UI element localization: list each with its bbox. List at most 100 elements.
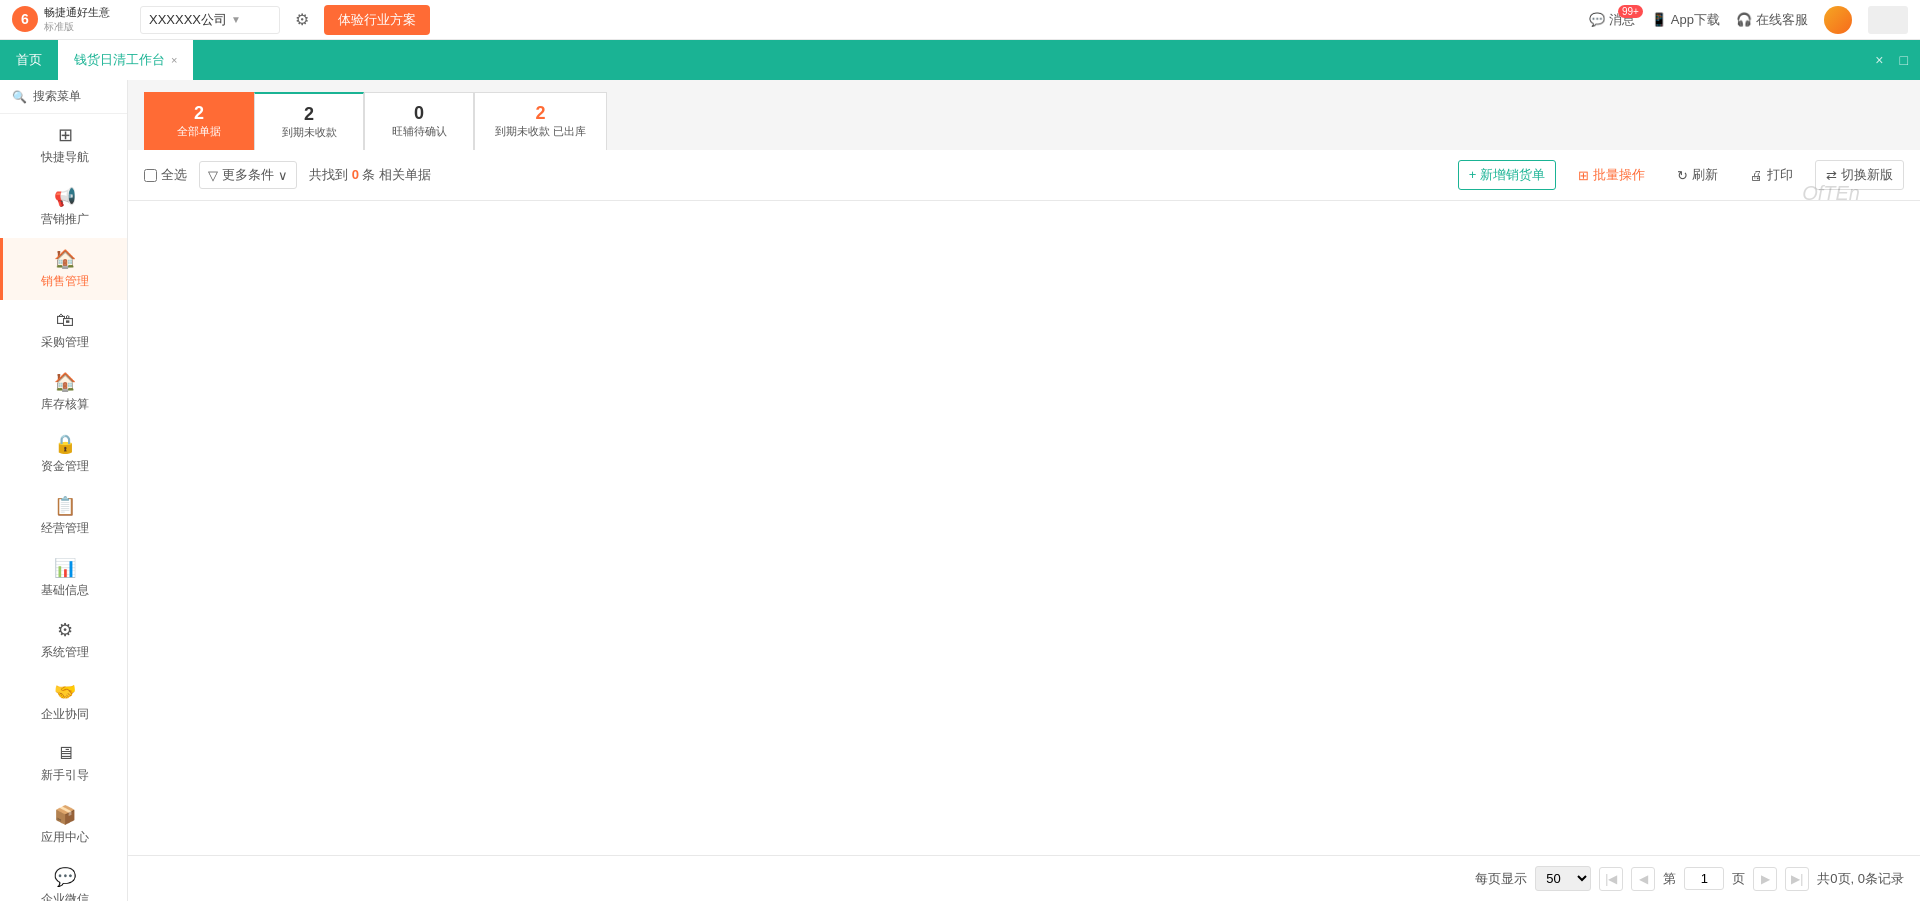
print-icon: 🖨 [1750, 168, 1763, 183]
tab-maximize-icon[interactable]: □ [1896, 48, 1912, 72]
service-icon: 🎧 [1736, 12, 1752, 27]
corp-wechat-icon: 💬 [54, 866, 76, 888]
more-conditions-label: 更多条件 [222, 166, 274, 184]
page-label: 第 [1663, 870, 1676, 888]
print-btn[interactable]: 🖨 打印 [1740, 161, 1803, 189]
filter-tab-wangpu[interactable]: 0 旺辅待确认 [364, 92, 474, 150]
app-center-icon: 📦 [54, 804, 76, 826]
sidebar-item-sales[interactable]: 🏠 销售管理 [0, 238, 127, 300]
filter-all-label: 全部单据 [165, 124, 233, 139]
top-header: 6 畅捷通好生意 标准版 XXXXXX公司 ▼ ⚙ 体验行业方案 💬 消息 99… [0, 0, 1920, 40]
filter-overdue-count: 2 [275, 104, 343, 125]
user-name-area[interactable] [1868, 6, 1908, 34]
system-label: 系统管理 [41, 644, 89, 661]
filter-icon: ▽ [208, 168, 218, 183]
page-last-btn[interactable]: ▶| [1785, 867, 1809, 891]
tab-current[interactable]: 钱货日清工作台 × [58, 40, 193, 80]
per-page-label: 每页显示 [1475, 870, 1527, 888]
refresh-icon: ↻ [1677, 168, 1688, 183]
home-tab-label: 首页 [16, 51, 42, 69]
refresh-btn[interactable]: ↻ 刷新 [1667, 161, 1728, 189]
filter-tab-overdue[interactable]: 2 到期未收款 [254, 92, 364, 150]
sidebar-item-purchase[interactable]: 🛍 采购管理 [0, 300, 127, 361]
page-suffix: 页 [1732, 870, 1745, 888]
switch-version-btn[interactable]: ⇄ 切换新版 [1815, 160, 1904, 190]
tab-close-icon[interactable]: × [171, 54, 177, 66]
filter-overdue-label: 到期未收款 [275, 125, 343, 140]
tab-minimize-icon[interactable]: × [1871, 48, 1887, 72]
filter-all-count: 2 [165, 103, 233, 124]
download-icon: 📱 [1651, 12, 1667, 27]
more-conditions-btn[interactable]: ▽ 更多条件 ∨ [199, 161, 297, 189]
sidebar-item-system[interactable]: ⚙ 系统管理 [0, 609, 127, 671]
sidebar-item-marketing[interactable]: 📢 营销推广 [0, 176, 127, 238]
found-suffix: 条 相关单据 [362, 167, 431, 182]
sales-label: 销售管理 [41, 273, 89, 290]
current-tab-label: 钱货日清工作台 [74, 51, 165, 69]
select-all-input[interactable] [144, 169, 157, 182]
page-first-btn[interactable]: |◀ [1599, 867, 1623, 891]
page-size-select[interactable]: 10 20 50 100 [1535, 866, 1591, 891]
sidebar-search[interactable]: 🔍 搜索菜单 [0, 80, 127, 114]
sidebar-item-corp-collab[interactable]: 🤝 企业协同 [0, 671, 127, 733]
filter-tab-all[interactable]: 2 全部单据 [144, 92, 254, 150]
purchase-label: 采购管理 [41, 334, 89, 351]
quick-nav-label: 快捷导航 [41, 149, 89, 166]
page-input[interactable] [1684, 867, 1724, 890]
trial-button[interactable]: 体验行业方案 [324, 5, 430, 35]
message-badge: 99+ [1618, 5, 1643, 18]
sidebar-item-quick-nav[interactable]: ⊞ 快捷导航 [0, 114, 127, 176]
header-right: 💬 消息 99+ 📱 App下载 🎧 在线客服 [1589, 6, 1908, 34]
company-name: XXXXXX公司 [149, 11, 227, 29]
online-service-action[interactable]: 🎧 在线客服 [1736, 11, 1808, 29]
message-icon: 💬 [1589, 12, 1605, 27]
company-selector[interactable]: XXXXXX公司 ▼ [140, 6, 280, 34]
filter-unshipped-count: 2 [495, 103, 586, 124]
empty-state [128, 201, 1920, 601]
settings-icon[interactable]: ⚙ [288, 6, 316, 34]
found-prefix: 共找到 [309, 167, 348, 182]
app-download-action[interactable]: 📱 App下载 [1651, 11, 1720, 29]
add-order-btn[interactable]: + 新增销货单 [1458, 160, 1556, 190]
table-container [128, 201, 1920, 855]
basic-info-icon: 📊 [54, 557, 76, 579]
switch-icon: ⇄ [1826, 168, 1837, 183]
found-count: 0 [352, 167, 359, 182]
app-version: 标准版 [44, 20, 110, 34]
filter-tab-unshipped[interactable]: 2 到期未收款 已出库 [474, 92, 607, 150]
sidebar-item-operations[interactable]: 📋 经营管理 [0, 485, 127, 547]
print-label: 打印 [1767, 166, 1793, 184]
page-next-btn[interactable]: ▶ [1753, 867, 1777, 891]
switch-label: 切换新版 [1841, 166, 1893, 184]
message-action[interactable]: 💬 消息 99+ [1589, 11, 1635, 29]
search-icon: 🔍 [12, 90, 27, 104]
select-all-checkbox[interactable]: 全选 [144, 166, 187, 184]
filter-tabs: 2 全部单据 2 到期未收款 0 旺辅待确认 2 到期未收款 已出库 [128, 80, 1920, 150]
avatar[interactable] [1824, 6, 1852, 34]
sidebar-item-basic-info[interactable]: 📊 基础信息 [0, 547, 127, 609]
sidebar-item-inventory[interactable]: 🏠 库存核算 [0, 361, 127, 423]
sidebar: 🔍 搜索菜单 ⊞ 快捷导航 📢 营销推广 🏠 销售管理 🛍 采购管理 🏠 库存核… [0, 80, 128, 901]
page-prev-btn[interactable]: ◀ [1631, 867, 1655, 891]
sidebar-item-beginner[interactable]: 🖥 新手引导 [0, 733, 127, 794]
operations-label: 经营管理 [41, 520, 89, 537]
corp-collab-icon: 🤝 [54, 681, 76, 703]
marketing-label: 营销推广 [41, 211, 89, 228]
batch-op-btn[interactable]: ⊞ 批量操作 [1568, 161, 1655, 189]
operations-icon: 📋 [54, 495, 76, 517]
filter-unshipped-label: 到期未收款 已出库 [495, 124, 586, 139]
main-layout: 🔍 搜索菜单 ⊞ 快捷导航 📢 营销推广 🏠 销售管理 🛍 采购管理 🏠 库存核… [0, 80, 1920, 901]
tab-controls: × □ [1871, 48, 1920, 72]
sidebar-item-finance[interactable]: 🔒 资金管理 [0, 423, 127, 485]
corp-wechat-label: 企业微信 [41, 891, 89, 901]
quick-nav-icon: ⊞ [58, 124, 73, 146]
pagination: 每页显示 10 20 50 100 |◀ ◀ 第 页 ▶ ▶| 共0页, 0条记… [128, 855, 1920, 901]
sidebar-item-app-center[interactable]: 📦 应用中心 [0, 794, 127, 856]
purchase-icon: 🛍 [56, 310, 74, 331]
chevron-icon: ∨ [278, 168, 288, 183]
tab-home[interactable]: 首页 [0, 40, 58, 80]
app-download-label: App下载 [1671, 11, 1720, 29]
sidebar-item-corp-wechat[interactable]: 💬 企业微信 [0, 856, 127, 901]
inventory-icon: 🏠 [54, 371, 76, 393]
beginner-label: 新手引导 [41, 767, 89, 784]
